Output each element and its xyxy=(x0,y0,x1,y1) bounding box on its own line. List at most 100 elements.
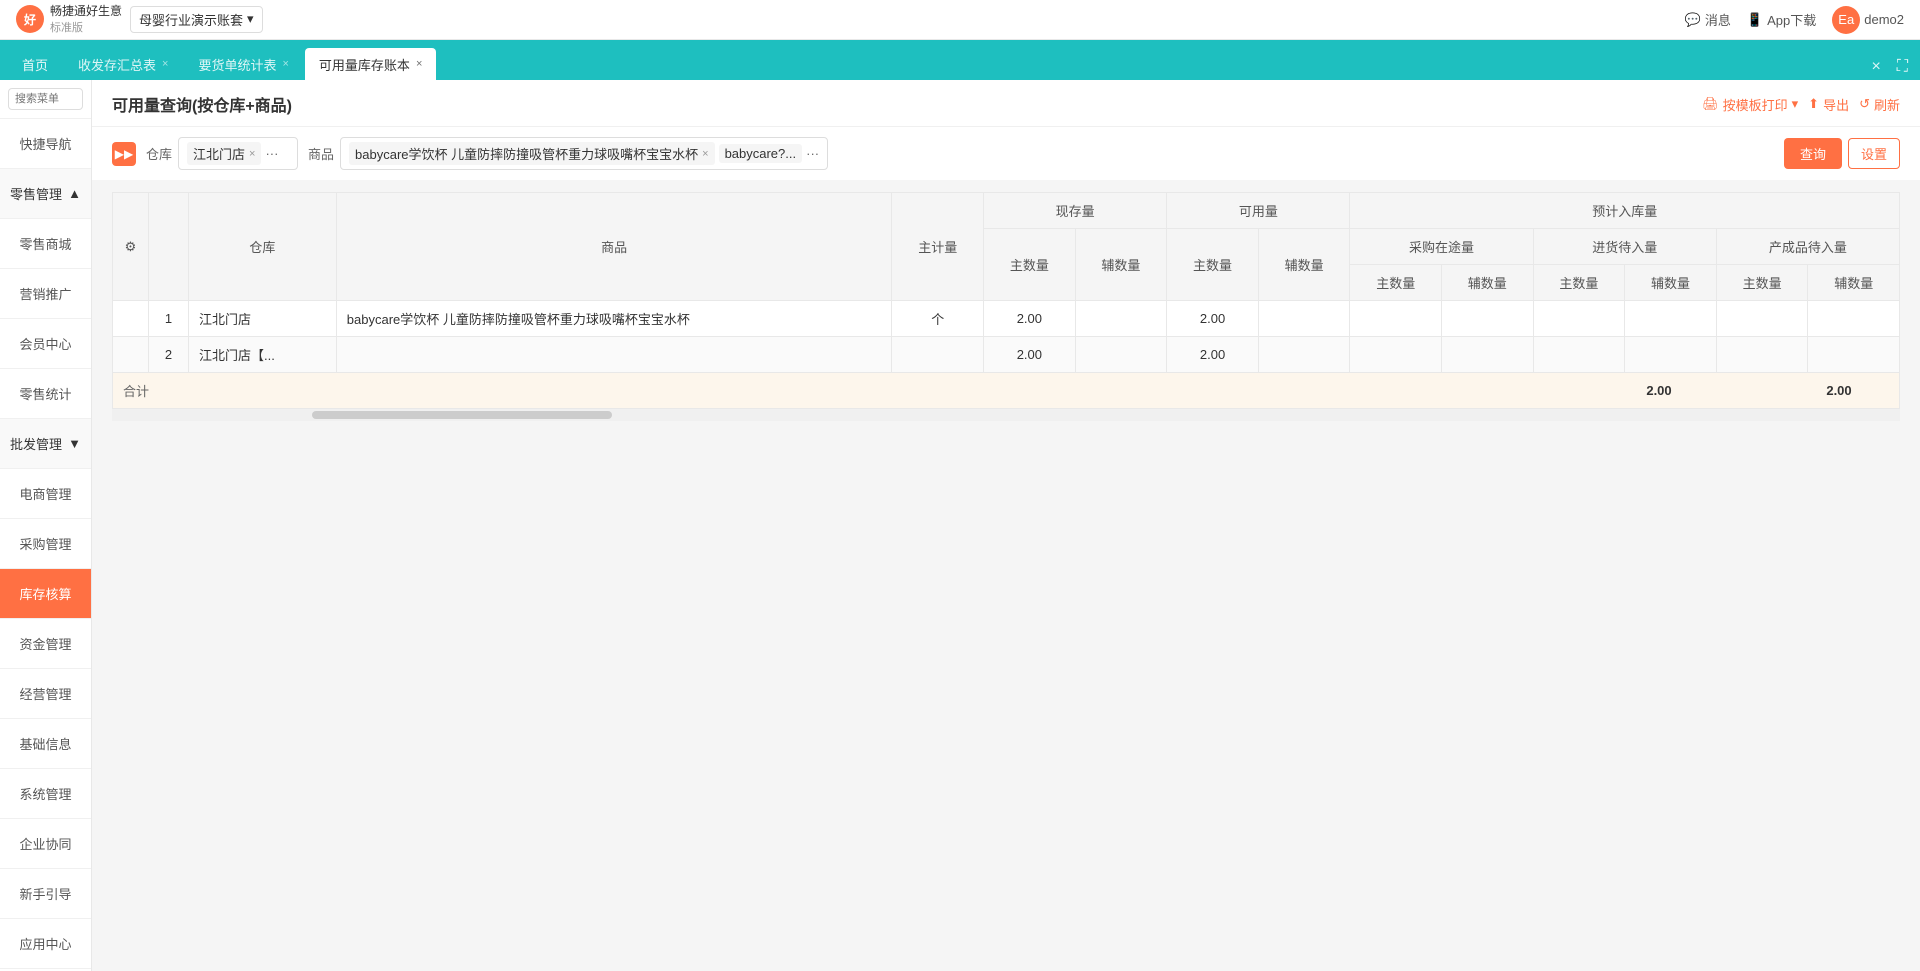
chevron-icon: ▲ xyxy=(68,186,81,201)
template-print-button[interactable]: 🖨 按模板打印 ▾ xyxy=(1702,95,1798,114)
th-stock-group: 现存量 xyxy=(984,193,1167,229)
settings-button[interactable]: 设置 xyxy=(1848,138,1900,169)
tab-yaohuo[interactable]: 要货单统计表 × xyxy=(184,48,302,80)
goods-tag1-text: babycare学饮杯 儿童防摔防撞吸管杯重力球吸嘴杯宝宝水杯 xyxy=(355,144,698,163)
sidebar-item-newbie[interactable]: 新手引导 xyxy=(0,869,91,919)
username-label: demo2 xyxy=(1864,12,1904,27)
cell-avail-main: 2.00 xyxy=(1167,301,1259,337)
goods-tag2: babycare?... xyxy=(719,144,803,163)
page-header: 可用量查询(按仓库+商品) 🖨 按模板打印 ▾ ⬆ 导出 ↺ 刷新 xyxy=(92,80,1920,126)
cell-production-aux xyxy=(1808,337,1900,373)
sidebar-item-marketing-label: 营销推广 xyxy=(19,284,71,303)
page-title: 可用量查询(按仓库+商品) xyxy=(112,92,292,126)
sidebar-item-retail-label: 零售管理 xyxy=(10,184,62,203)
cell-incoming-main xyxy=(1533,301,1625,337)
goods-more-icon[interactable]: ··· xyxy=(806,146,819,161)
goods-tag1-close-icon[interactable]: × xyxy=(702,148,708,160)
warehouse-input[interactable]: 江北门店 × ··· xyxy=(178,137,298,170)
goods-tag1: babycare学饮杯 儿童防摔防撞吸管杯重力球吸嘴杯宝宝水杯 × xyxy=(349,142,715,165)
app-download-label: App下载 xyxy=(1767,10,1816,29)
tab-yaohuo-close-icon[interactable]: × xyxy=(282,58,288,70)
sidebar-item-operations[interactable]: 经营管理 xyxy=(0,669,91,719)
filter-actions: 查询 设置 xyxy=(1784,138,1900,169)
tab-keyongliang-close-icon[interactable]: × xyxy=(416,58,422,70)
th-stock-main: 主数量 xyxy=(984,229,1076,301)
sidebar-item-retail-stats[interactable]: 零售统计 xyxy=(0,369,91,419)
fullscreen-icon[interactable]: ⛶ xyxy=(1893,54,1912,80)
th-purchase-main: 主数量 xyxy=(1350,265,1442,301)
warehouse-tag: 江北门店 × xyxy=(187,142,261,165)
cell-goods xyxy=(336,337,892,373)
sidebar-item-system[interactable]: 系统管理 xyxy=(0,769,91,819)
sidebar-item-retail[interactable]: 零售管理 ▲ xyxy=(0,169,91,219)
message-button[interactable]: 💬 消息 xyxy=(1685,10,1731,29)
table-row: 1 江北门店 babycare学饮杯 儿童防摔防撞吸管杯重力球吸嘴杯宝宝水杯 个… xyxy=(113,301,1900,337)
sidebar-item-wholesale[interactable]: 批发管理 ▼ xyxy=(0,419,91,469)
chevron-print-icon: ▾ xyxy=(1792,96,1799,112)
scroll-thumb[interactable] xyxy=(312,411,612,419)
cell-warehouse: 江北门店【... xyxy=(189,337,337,373)
sidebar-item-wholesale-label: 批发管理 xyxy=(10,434,62,453)
sidebar-item-members[interactable]: 会员中心 xyxy=(0,319,91,369)
sidebar-item-inventory[interactable]: 库存核算 xyxy=(0,569,91,619)
user-profile[interactable]: Ea demo2 xyxy=(1832,6,1904,34)
logo-area: 好 畅捷通好生意 标准版 xyxy=(16,4,122,34)
sidebar-item-finance[interactable]: 资金管理 xyxy=(0,619,91,669)
cell-incoming-main xyxy=(1533,337,1625,373)
logo-sub: 标准版 xyxy=(50,19,122,35)
cell-stock-main: 2.00 xyxy=(984,337,1076,373)
tab-yaohuo-label: 要货单统计表 xyxy=(198,55,276,74)
app-download-button[interactable]: 📱 App下载 xyxy=(1747,10,1816,29)
sidebar-item-purchase[interactable]: 采购管理 xyxy=(0,519,91,569)
cell-stock-aux xyxy=(1075,337,1167,373)
cell-production-main xyxy=(1716,337,1808,373)
cell-unit xyxy=(892,337,984,373)
scroll-bar-area[interactable] xyxy=(112,409,1900,421)
sidebar-item-enterprise[interactable]: 企业协同 xyxy=(0,819,91,869)
cell-no: 2 xyxy=(149,337,189,373)
sidebar-item-basics[interactable]: 基础信息 xyxy=(0,719,91,769)
th-incoming-main: 主数量 xyxy=(1533,265,1625,301)
refresh-button[interactable]: ↺ 刷新 xyxy=(1859,95,1900,114)
sidebar-item-marketing[interactable]: 营销推广 xyxy=(0,269,91,319)
page-header-actions: 🖨 按模板打印 ▾ ⬆ 导出 ↺ 刷新 xyxy=(1702,95,1900,124)
cell-purchase-aux xyxy=(1442,301,1534,337)
tab-home[interactable]: 首页 xyxy=(8,48,62,80)
cell-gear xyxy=(113,337,149,373)
avatar: Ea xyxy=(1832,6,1860,34)
cell-purchase-aux xyxy=(1442,337,1534,373)
logo-text: 畅捷通好生意 xyxy=(50,4,122,18)
sidebar-item-retail-mall[interactable]: 零售商城 xyxy=(0,219,91,269)
filter-toggle-button[interactable]: ▶▶ xyxy=(112,142,136,166)
search-menu-input[interactable] xyxy=(8,88,83,110)
filter-area: ▶▶ 仓库 江北门店 × ··· 商品 babycare学饮杯 儿童防摔防撞吸管… xyxy=(92,126,1920,180)
chevron-down-icon: ▾ xyxy=(247,11,254,27)
query-button[interactable]: 查询 xyxy=(1784,138,1842,169)
warehouse-filter: 仓库 江北门店 × ··· xyxy=(146,137,298,170)
cell-stock-main: 2.00 xyxy=(984,301,1076,337)
warehouse-more-icon[interactable]: ··· xyxy=(265,146,278,161)
warehouse-tag-close-icon[interactable]: × xyxy=(249,148,255,160)
goods-tag2-text: babycare?... xyxy=(725,146,797,161)
export-button[interactable]: ⬆ 导出 xyxy=(1808,95,1849,114)
tab-shoufacun[interactable]: 收发存汇总表 × xyxy=(64,48,182,80)
th-incoming-group: 进货待入量 xyxy=(1533,229,1716,265)
industry-label: 母婴行业演示账套 xyxy=(139,10,243,29)
sidebar-item-apps-label: 应用中心 xyxy=(19,934,71,953)
goods-filter-label: 商品 xyxy=(308,144,334,163)
sidebar-item-ecommerce[interactable]: 电商管理 xyxy=(0,469,91,519)
industry-selector[interactable]: 母婴行业演示账套 ▾ xyxy=(130,6,263,33)
close-all-tabs-icon[interactable]: × xyxy=(1867,54,1884,80)
goods-input[interactable]: babycare学饮杯 儿童防摔防撞吸管杯重力球吸嘴杯宝宝水杯 × babyca… xyxy=(340,137,828,170)
sidebar-item-apps[interactable]: 应用中心 xyxy=(0,919,91,969)
th-avail-group: 可用量 xyxy=(1167,193,1350,229)
sidebar-item-newbie-label: 新手引导 xyxy=(19,884,71,903)
tab-keyongliang[interactable]: 可用量库存账本 × xyxy=(305,48,436,80)
th-gear[interactable]: ⚙ xyxy=(113,193,149,301)
sidebar-item-purchase-label: 采购管理 xyxy=(19,534,71,553)
top-bar-left: 好 畅捷通好生意 标准版 母婴行业演示账套 ▾ xyxy=(16,4,263,34)
cell-avail-aux xyxy=(1258,337,1350,373)
sidebar-item-quick-nav[interactable]: 快捷导航 xyxy=(0,119,91,169)
tab-shoufacun-close-icon[interactable]: × xyxy=(162,58,168,70)
top-bar: 好 畅捷通好生意 标准版 母婴行业演示账套 ▾ 💬 消息 📱 App下载 Ea … xyxy=(0,0,1920,40)
